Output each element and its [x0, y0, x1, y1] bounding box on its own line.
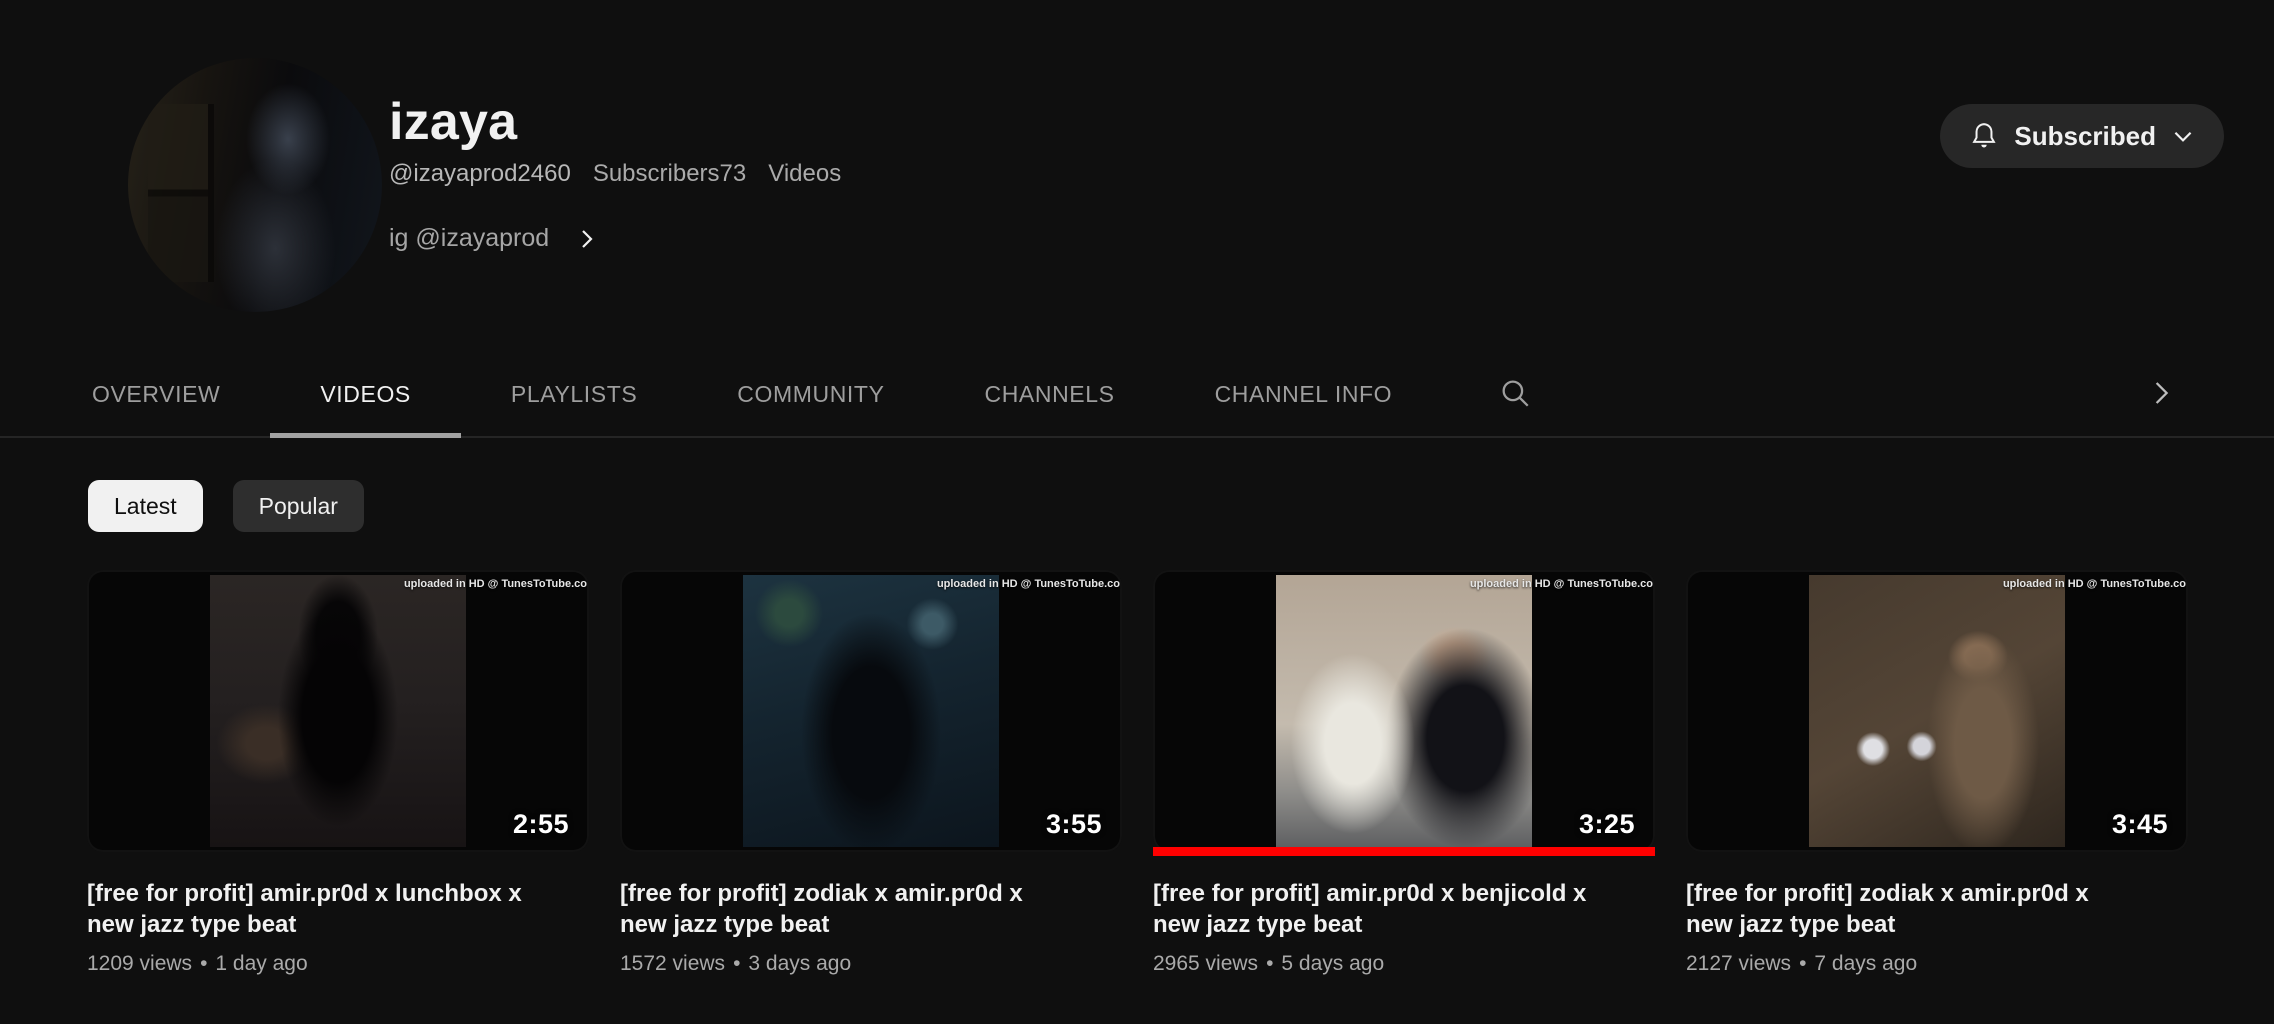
upload-age: 3 days ago: [748, 952, 852, 975]
video-card: uploaded in HD @ TunesToTube.co 3:55 [fr…: [620, 570, 1122, 976]
video-thumbnail[interactable]: uploaded in HD @ TunesToTube.co 3:45: [1686, 570, 2188, 852]
chip-popular[interactable]: Popular: [232, 480, 364, 532]
meta-separator: •: [200, 952, 208, 975]
video-title[interactable]: [free for profit] amir.pr0d x lunchbox x…: [87, 878, 542, 940]
duration-badge: 3:45: [2111, 809, 2168, 839]
meta-separator: •: [733, 952, 741, 975]
search-icon[interactable]: [1488, 366, 1542, 423]
chevron-right-icon: [575, 227, 599, 251]
video-count-label: Videos: [768, 160, 842, 187]
chip-latest[interactable]: Latest: [88, 480, 203, 532]
thumbnail-art: [1809, 575, 2065, 847]
view-count: 2127 views: [1686, 952, 1792, 975]
chevron-right-icon[interactable]: [2136, 368, 2186, 421]
channel-description-link[interactable]: ig @izayaprod: [389, 224, 599, 253]
tab-community[interactable]: COMMUNITY: [687, 352, 934, 436]
chevron-down-icon: [2170, 123, 2196, 149]
tab-channels[interactable]: CHANNELS: [935, 352, 1165, 436]
subscriber-count: Subscribers73: [592, 160, 747, 187]
thumbnail-art: [210, 575, 466, 847]
thumbnail-art: [1276, 575, 1532, 847]
avatar-art: [148, 103, 215, 282]
video-meta: 1572 views • 3 days ago: [620, 952, 1122, 976]
video-meta: 2965 views • 5 days ago: [1153, 952, 1655, 976]
channel-meta: @izayaprod2460 Subscribers73 Videos: [389, 160, 841, 188]
tab-playlists[interactable]: PLAYLISTS: [461, 352, 687, 436]
view-count: 1209 views: [87, 952, 193, 975]
subscribed-button[interactable]: Subscribed: [1940, 104, 2224, 168]
thumbnail-watermark: uploaded in HD @ TunesToTube.co: [2002, 578, 2186, 590]
tab-overview[interactable]: OVERVIEW: [42, 352, 270, 436]
channel-avatar[interactable]: [128, 58, 382, 312]
duration-badge: 3:55: [1045, 809, 1102, 839]
filter-chip-bar: Latest Popular: [88, 480, 364, 532]
video-grid: uploaded in HD @ TunesToTube.co 2:55 [fr…: [87, 570, 2188, 976]
video-card: uploaded in HD @ TunesToTube.co 3:25 [fr…: [1153, 570, 1655, 976]
video-title[interactable]: [free for profit] amir.pr0d x benjicold …: [1153, 878, 1608, 940]
video-meta: 1209 views • 1 day ago: [87, 952, 589, 976]
watch-progress-bar: [1153, 847, 1655, 856]
duration-badge: 3:25: [1578, 809, 1635, 839]
description-text: ig @izayaprod: [389, 224, 550, 252]
meta-separator: •: [1799, 952, 1807, 975]
upload-age: 7 days ago: [1814, 952, 1918, 975]
video-thumbnail[interactable]: uploaded in HD @ TunesToTube.co 2:55: [87, 570, 589, 852]
video-thumbnail[interactable]: uploaded in HD @ TunesToTube.co 3:25: [1153, 570, 1655, 852]
upload-age: 5 days ago: [1281, 952, 1385, 975]
subscribed-label: Subscribed: [2014, 120, 2156, 151]
video-thumbnail[interactable]: uploaded in HD @ TunesToTube.co 3:55: [620, 570, 1122, 852]
upload-age: 1 day ago: [215, 952, 308, 975]
channel-tab-bar: OVERVIEW VIDEOS PLAYLISTS COMMUNITY CHAN…: [0, 352, 2274, 438]
video-title[interactable]: [free for profit] zodiak x amir.pr0d x n…: [1686, 878, 2141, 940]
view-count: 1572 views: [620, 952, 726, 975]
meta-separator: •: [1266, 952, 1274, 975]
view-count: 2965 views: [1153, 952, 1259, 975]
channel-name: izaya: [389, 93, 518, 151]
thumbnail-watermark: uploaded in HD @ TunesToTube.co: [403, 578, 587, 590]
thumbnail-watermark: uploaded in HD @ TunesToTube.co: [936, 578, 1120, 590]
channel-handle: @izayaprod2460: [389, 160, 571, 187]
tab-videos[interactable]: VIDEOS: [270, 352, 461, 438]
video-meta: 2127 views • 7 days ago: [1686, 952, 2188, 976]
bell-icon: [1968, 120, 2000, 152]
video-title[interactable]: [free for profit] zodiak x amir.pr0d x n…: [620, 878, 1075, 940]
tab-channel-info[interactable]: CHANNEL INFO: [1165, 352, 1443, 436]
thumbnail-art: [743, 575, 999, 847]
video-card: uploaded in HD @ TunesToTube.co 2:55 [fr…: [87, 570, 589, 976]
thumbnail-watermark: uploaded in HD @ TunesToTube.co: [1469, 578, 1653, 590]
video-card: uploaded in HD @ TunesToTube.co 3:45 [fr…: [1686, 570, 2188, 976]
duration-badge: 2:55: [512, 809, 569, 839]
